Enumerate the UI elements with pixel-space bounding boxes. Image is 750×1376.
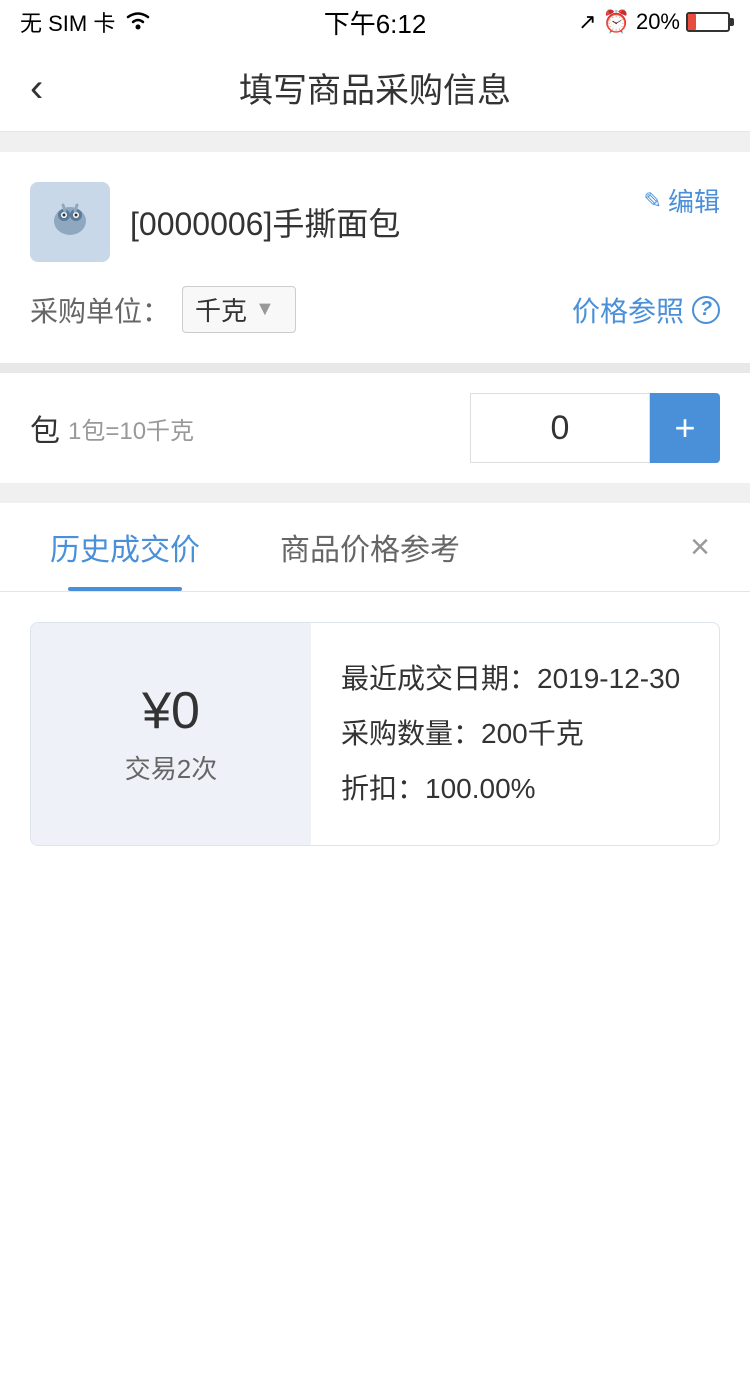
unit-select-dropdown[interactable]: 千克 ▼ bbox=[182, 286, 296, 333]
recent-date-row: 最近成交日期：2019-12-30 bbox=[341, 659, 689, 698]
discount-label: 折扣： bbox=[341, 773, 425, 804]
back-button[interactable]: ‹ bbox=[30, 68, 43, 108]
product-header: [0000006]手撕面包 ✎ 编辑 bbox=[30, 182, 720, 262]
sim-status: 无 SIM 卡 bbox=[20, 6, 115, 38]
discount-row: 折扣：100.00% bbox=[341, 769, 689, 808]
info-icon: ? bbox=[692, 296, 720, 324]
close-button[interactable]: × bbox=[680, 518, 720, 577]
qty-conversion-note: 1包=10千克 bbox=[68, 411, 194, 446]
page-title: 填写商品采购信息 bbox=[239, 63, 511, 112]
quantity-input[interactable]: 0 bbox=[470, 393, 650, 463]
recent-date-label: 最近成交日期： bbox=[341, 663, 537, 694]
quantity-value: 0 bbox=[551, 409, 570, 448]
price-ref-label: 价格参照 bbox=[572, 290, 684, 330]
nav-bar: ‹ 填写商品采购信息 bbox=[0, 44, 750, 132]
status-bar: 无 SIM 卡 下午6:12 ↗ ⏰ 20% bbox=[0, 0, 750, 44]
recent-date-value: 2019-12-30 bbox=[537, 663, 680, 694]
unit-label: 采购单位： bbox=[30, 290, 170, 330]
transaction-count: 交易2次 bbox=[125, 749, 217, 786]
purchase-qty-row: 采购数量：200千克 bbox=[341, 714, 689, 753]
wifi-icon bbox=[123, 8, 153, 36]
alarm-icon: ⏰ bbox=[603, 9, 630, 35]
product-name: [0000006]手撕面包 bbox=[130, 199, 400, 245]
battery-icon bbox=[686, 12, 730, 32]
purchase-qty-value: 200千克 bbox=[481, 718, 584, 749]
product-left: [0000006]手撕面包 bbox=[30, 182, 400, 262]
bottom-empty-area bbox=[0, 876, 750, 1376]
location-icon: ↗ bbox=[578, 9, 596, 35]
tab-history-price[interactable]: 历史成交价 bbox=[30, 503, 220, 591]
edit-button[interactable]: ✎ 编辑 bbox=[644, 182, 720, 219]
unit-value: 千克 bbox=[195, 291, 247, 328]
product-logo-icon bbox=[45, 193, 95, 252]
product-thumbnail bbox=[30, 182, 110, 262]
quantity-row: 包 1包=10千克 0 + bbox=[0, 373, 750, 483]
currency-symbol: ¥ bbox=[142, 682, 171, 740]
quantity-label: 包 1包=10千克 bbox=[30, 406, 194, 450]
status-time: 下午6:12 bbox=[324, 4, 427, 41]
quantity-input-area: 0 + bbox=[194, 393, 720, 463]
discount-value: 100.00% bbox=[425, 773, 536, 804]
battery-pct: 20% bbox=[636, 9, 680, 35]
tab-header: 历史成交价 商品价格参考 × bbox=[0, 503, 750, 592]
tab-section: 历史成交价 商品价格参考 × ¥0 交易2次 最近成交日期：2019-12-30… bbox=[0, 503, 750, 876]
tab-price-reference[interactable]: 商品价格参考 bbox=[260, 503, 480, 591]
increment-button[interactable]: + bbox=[650, 393, 720, 463]
tab-history-label: 历史成交价 bbox=[50, 525, 200, 569]
history-card: ¥0 交易2次 最近成交日期：2019-12-30 采购数量：200千克 折扣：… bbox=[30, 622, 720, 846]
dropdown-arrow-icon: ▼ bbox=[255, 298, 275, 321]
history-content: ¥0 交易2次 最近成交日期：2019-12-30 采购数量：200千克 折扣：… bbox=[0, 592, 750, 876]
tab-price-ref-label: 商品价格参考 bbox=[280, 525, 460, 569]
section-separator bbox=[0, 363, 750, 373]
history-details-panel: 最近成交日期：2019-12-30 采购数量：200千克 折扣：100.00% bbox=[311, 623, 719, 845]
status-right: ↗ ⏰ 20% bbox=[578, 9, 730, 35]
qty-unit-label: 包 bbox=[30, 406, 60, 450]
price-reference-button[interactable]: 价格参照 ? bbox=[572, 290, 720, 330]
history-price-value: ¥0 bbox=[142, 681, 200, 741]
edit-icon: ✎ bbox=[644, 188, 662, 214]
purchase-unit-row: 采购单位： 千克 ▼ 价格参照 ? bbox=[30, 286, 720, 333]
purchase-qty-label: 采购数量： bbox=[341, 718, 481, 749]
unit-left: 采购单位： 千克 ▼ bbox=[30, 286, 296, 333]
status-left: 无 SIM 卡 bbox=[20, 6, 153, 38]
product-section: [0000006]手撕面包 ✎ 编辑 采购单位： 千克 ▼ 价格参照 ? bbox=[0, 152, 750, 363]
history-price-panel: ¥0 交易2次 bbox=[31, 623, 311, 845]
